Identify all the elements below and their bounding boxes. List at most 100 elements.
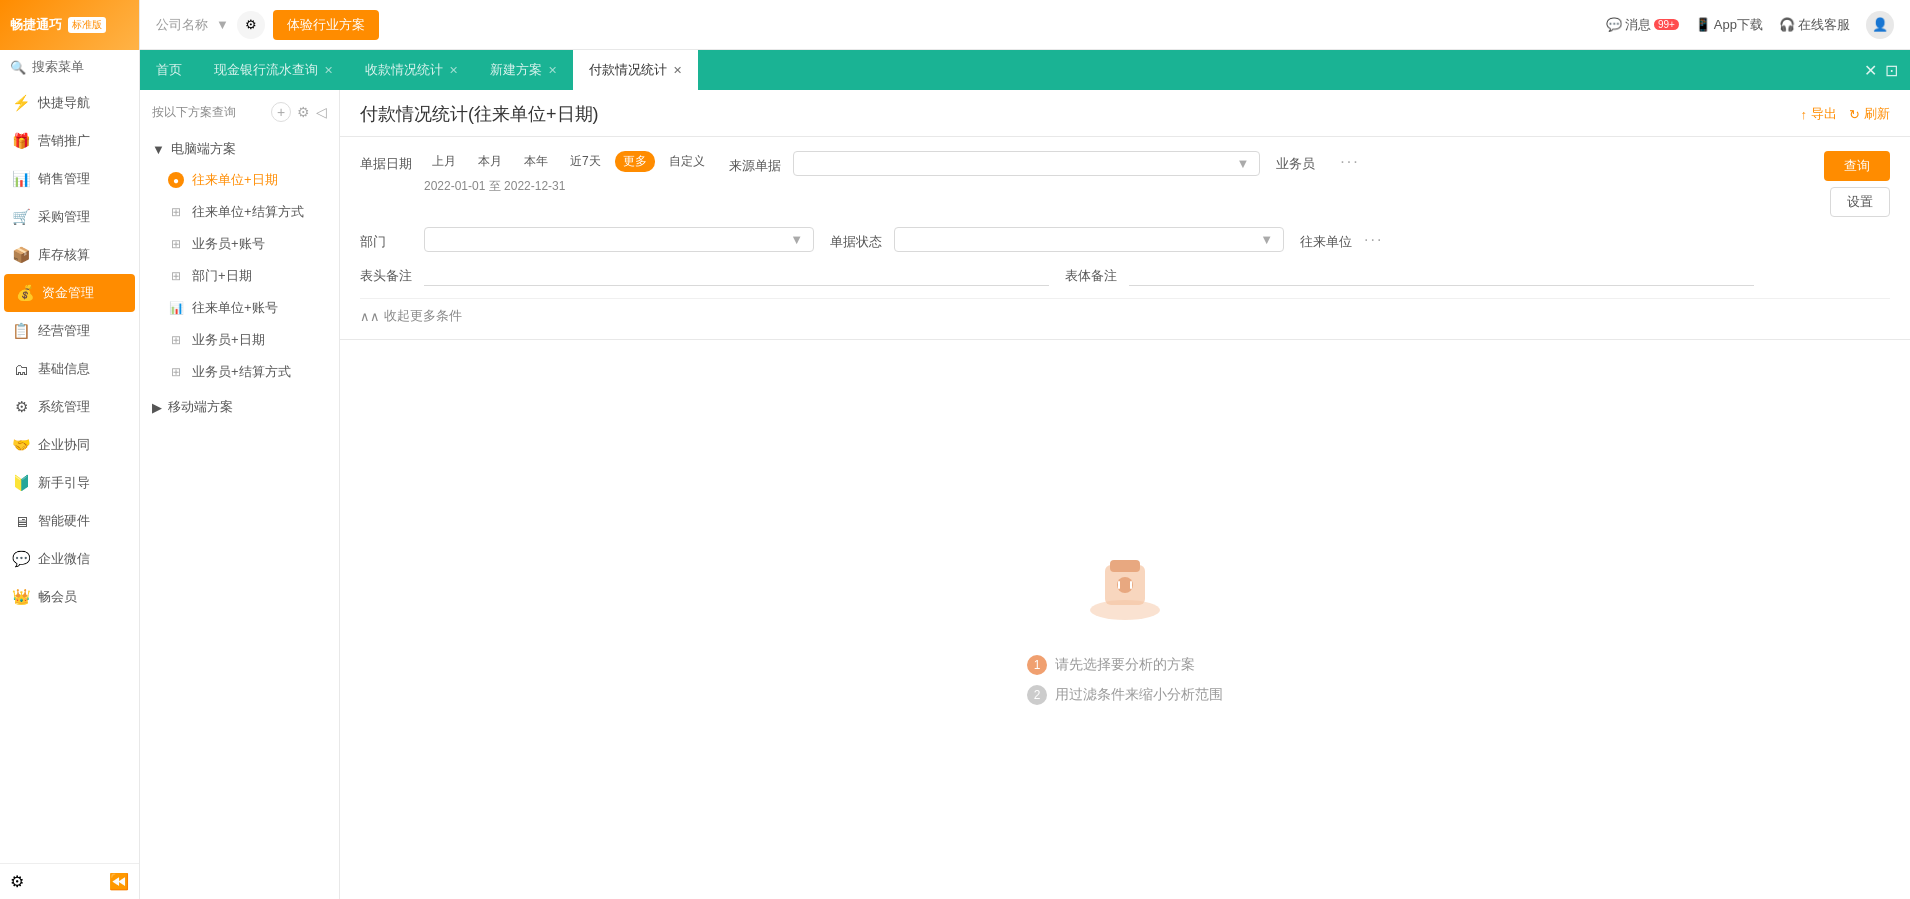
topbar: 公司名称 ▼ ⚙ 体验行业方案 💬 消息 99+ 📱 App下载 🎧 在线客服 …	[140, 0, 1910, 50]
sidebar-item-base[interactable]: 🗂 基础信息	[0, 350, 139, 388]
sidebar-item-hardware[interactable]: 🖥 智能硬件	[0, 502, 139, 540]
scheme-item-label: 往来单位+日期	[192, 171, 278, 189]
scheme-icon: ⊞	[168, 332, 184, 348]
sidebar-item-label: 企业协同	[38, 436, 90, 454]
export-btn[interactable]: ↑ 导出	[1801, 105, 1838, 123]
mobile-group-header[interactable]: ▶ 移动端方案	[140, 392, 339, 422]
collapse-icon: ∧∧	[360, 309, 380, 324]
empty-hint-2: 2 用过滤条件来缩小分析范围	[1027, 685, 1223, 705]
sidebar-footer: ⚙ ⏪	[0, 863, 139, 899]
sidebar-item-quick-nav[interactable]: ⚡ 快捷导航	[0, 84, 139, 122]
topbar-settings-btn[interactable]: ⚙	[237, 11, 265, 39]
sidebar: 畅捷通巧 标准版 🔍 搜索菜单 ⚡ 快捷导航 🎁 营销推广 📊 销售管理 🛒 采…	[0, 0, 140, 899]
desktop-group-label: 电脑端方案	[171, 140, 236, 158]
date-option-this-month[interactable]: 本月	[470, 151, 510, 172]
sidebar-item-collab[interactable]: 🤝 企业协同	[0, 426, 139, 464]
header-note-input[interactable]	[424, 262, 1049, 286]
sidebar-item-wechat[interactable]: 💬 企业微信	[0, 540, 139, 578]
collapse-sidebar-icon[interactable]: ⏪	[109, 872, 129, 891]
source-select[interactable]: ▼	[793, 151, 1261, 176]
tab-new-scheme[interactable]: 新建方案 ✕	[474, 50, 573, 90]
page-title: 付款情况统计(往来单位+日期)	[360, 102, 599, 126]
hardware-icon: 🖥	[12, 512, 30, 530]
refresh-btn[interactable]: ↻ 刷新	[1849, 105, 1890, 123]
scheme-settings-icon[interactable]: ⚙	[297, 104, 310, 120]
user-avatar[interactable]: 👤	[1866, 11, 1894, 39]
scheme-item-staff-settle[interactable]: ⊞ 业务员+结算方式	[140, 356, 339, 388]
sidebar-item-finance[interactable]: 💰 资金管理	[4, 274, 135, 312]
scheme-item-unit-date[interactable]: ● 往来单位+日期	[140, 164, 339, 196]
query-btn[interactable]: 查询	[1824, 151, 1890, 181]
marketing-icon: 🎁	[12, 132, 30, 150]
scheme-item-label: 业务员+账号	[192, 235, 265, 253]
tab-new-scheme-label: 新建方案	[490, 61, 542, 79]
guide-icon: 🔰	[12, 474, 30, 492]
date-option-more[interactable]: 更多	[615, 151, 655, 172]
date-option-7days[interactable]: 近7天	[562, 151, 609, 172]
dept-select[interactable]: ▼	[424, 227, 814, 252]
body-note-input[interactable]	[1129, 262, 1754, 286]
sidebar-search[interactable]: 🔍 搜索菜单	[0, 50, 139, 84]
sidebar-item-operations[interactable]: 📋 经营管理	[0, 312, 139, 350]
message-label: 消息	[1625, 16, 1651, 34]
right-content: 付款情况统计(往来单位+日期) ↑ 导出 ↻ 刷新	[340, 90, 1910, 899]
scheme-item-dept-date[interactable]: ⊞ 部门+日期	[140, 260, 339, 292]
partner-dots[interactable]: ···	[1364, 231, 1383, 249]
tab-new-scheme-close[interactable]: ✕	[548, 64, 557, 77]
staff-dots[interactable]: ···	[1340, 153, 1359, 171]
staff-label: 业务员	[1276, 151, 1332, 173]
collapse-btn[interactable]: ∧∧ 收起更多条件	[360, 307, 462, 325]
date-option-custom[interactable]: 自定义	[661, 151, 713, 172]
sidebar-item-member[interactable]: 👑 畅会员	[0, 578, 139, 616]
scheme-item-label: 业务员+日期	[192, 331, 265, 349]
filter-area: 单据日期 上月 本月 本年 近7天 更多 自定义 2022-01-01 至 20…	[340, 137, 1910, 340]
desktop-group-header[interactable]: ▼ 电脑端方案	[140, 134, 339, 164]
tab-income-close[interactable]: ✕	[449, 64, 458, 77]
tab-home[interactable]: 首页	[140, 50, 198, 90]
sidebar-item-system[interactable]: ⚙ 系统管理	[0, 388, 139, 426]
tab-income[interactable]: 收款情况统计 ✕	[349, 50, 474, 90]
sidebar-item-inventory[interactable]: 📦 库存核算	[0, 236, 139, 274]
sales-icon: 📊	[12, 170, 30, 188]
message-icon: 💬	[1606, 17, 1622, 32]
desktop-group-arrow: ▼	[152, 142, 165, 157]
app-download[interactable]: 📱 App下载	[1695, 16, 1763, 34]
scheme-item-staff-account[interactable]: ⊞ 业务员+账号	[140, 228, 339, 260]
sidebar-logo: 畅捷通巧	[10, 16, 62, 34]
tab-bank[interactable]: 现金银行流水查询 ✕	[198, 50, 349, 90]
main-area: 公司名称 ▼ ⚙ 体验行业方案 💬 消息 99+ 📱 App下载 🎧 在线客服 …	[140, 0, 1910, 899]
topbar-logo-area: 公司名称 ▼ ⚙ 体验行业方案	[156, 10, 1594, 40]
date-option-last-month[interactable]: 上月	[424, 151, 464, 172]
sidebar-item-marketing[interactable]: 🎁 营销推广	[0, 122, 139, 160]
sidebar-item-label: 营销推广	[38, 132, 90, 150]
trial-btn[interactable]: 体验行业方案	[273, 10, 379, 40]
tab-bank-close[interactable]: ✕	[324, 64, 333, 77]
sidebar-item-purchase[interactable]: 🛒 采购管理	[0, 198, 139, 236]
topbar-dropdown-icon[interactable]: ▼	[216, 17, 229, 32]
sidebar-item-sales[interactable]: 📊 销售管理	[0, 160, 139, 198]
scheme-item-unit-settle[interactable]: ⊞ 往来单位+结算方式	[140, 196, 339, 228]
source-label: 来源单据	[729, 153, 785, 175]
tab-payment-stats-close[interactable]: ✕	[673, 64, 682, 77]
export-icon: ↑	[1801, 107, 1808, 122]
scheme-item-label: 业务员+结算方式	[192, 363, 291, 381]
settings-btn[interactable]: 设置	[1830, 187, 1890, 217]
settings-icon[interactable]: ⚙	[10, 872, 24, 891]
scheme-item-unit-account[interactable]: 📊 往来单位+账号	[140, 292, 339, 324]
date-option-this-year[interactable]: 本年	[516, 151, 556, 172]
add-scheme-icon[interactable]: +	[271, 102, 291, 122]
scheme-item-staff-date[interactable]: ⊞ 业务员+日期	[140, 324, 339, 356]
service-icon: 🎧	[1779, 17, 1795, 32]
quick-nav-icon: ⚡	[12, 94, 30, 112]
tab-close-all-icon[interactable]: ✕	[1864, 61, 1877, 80]
sidebar-item-label: 系统管理	[38, 398, 90, 416]
panel-collapse-icon[interactable]: ◁	[316, 104, 327, 120]
tab-payment-stats[interactable]: 付款情况统计 ✕	[573, 50, 698, 90]
sidebar-item-guide[interactable]: 🔰 新手引导	[0, 464, 139, 502]
refresh-label: 刷新	[1864, 105, 1890, 123]
tab-expand-icon[interactable]: ⊡	[1885, 61, 1898, 80]
doc-status-select[interactable]: ▼	[894, 227, 1284, 252]
sidebar-item-label: 智能硬件	[38, 512, 90, 530]
message-area[interactable]: 💬 消息 99+	[1606, 16, 1679, 34]
online-service[interactable]: 🎧 在线客服	[1779, 16, 1850, 34]
